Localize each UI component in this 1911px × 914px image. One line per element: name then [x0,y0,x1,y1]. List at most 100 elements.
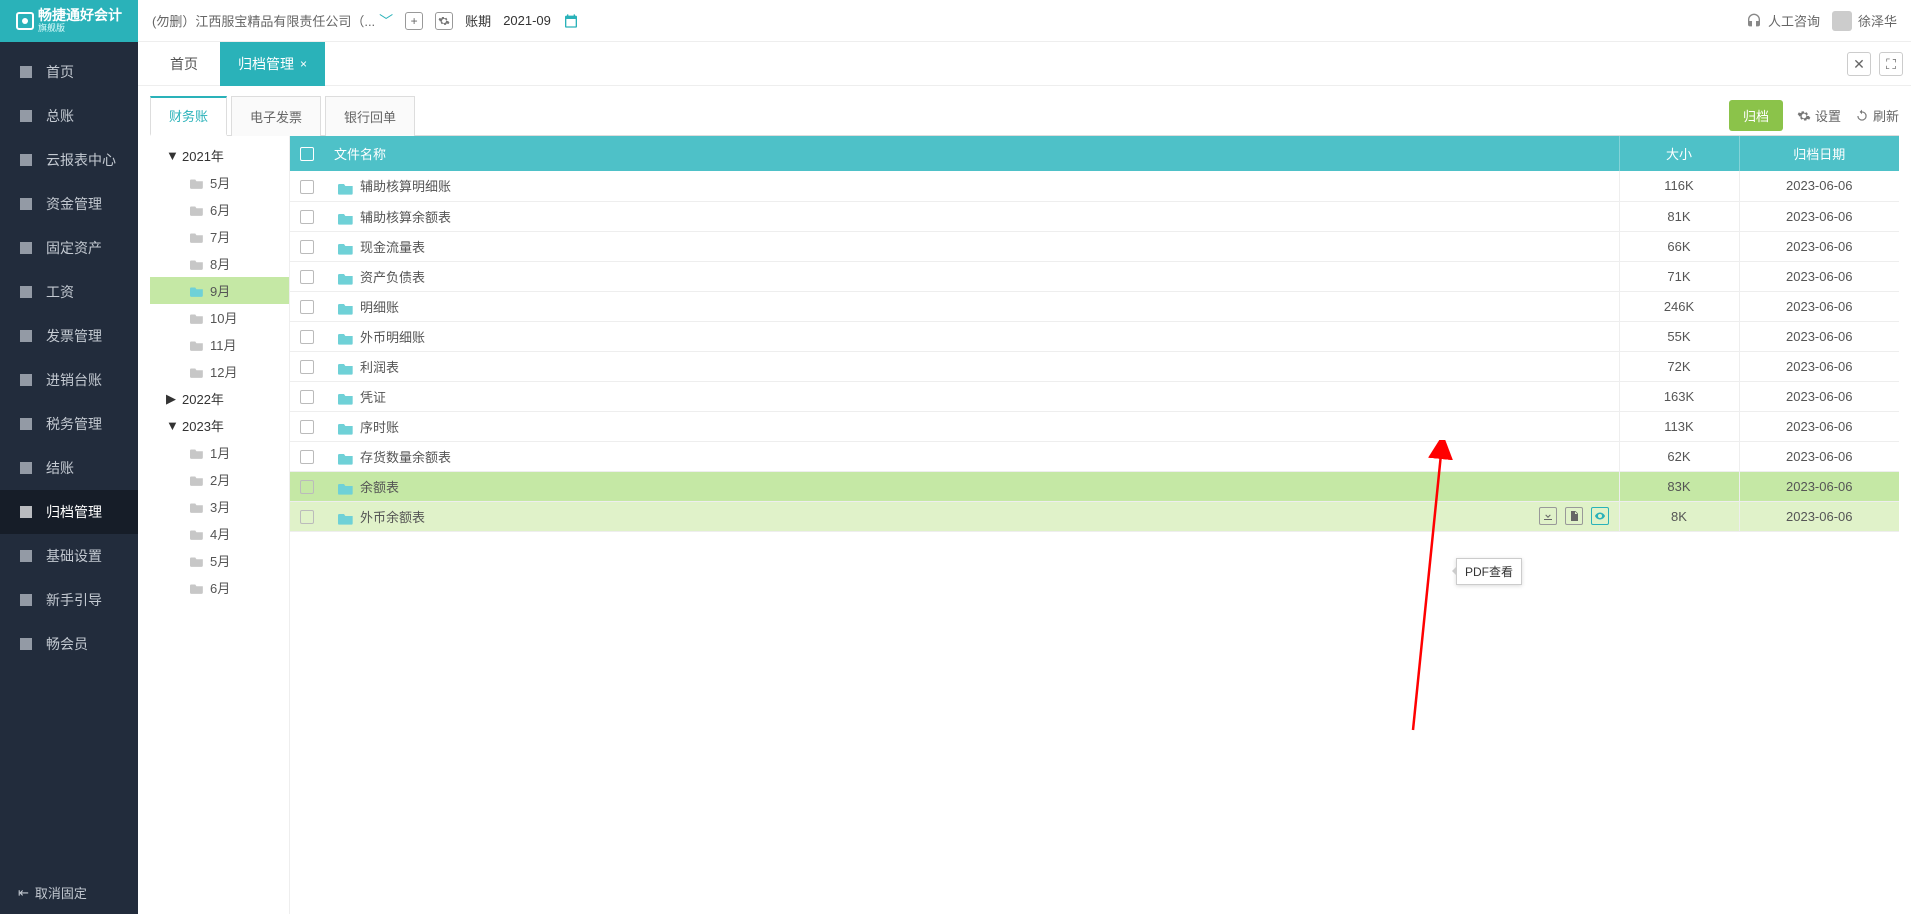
file-name: 资产负债表 [360,270,425,285]
settings-link[interactable]: 设置 [1797,106,1841,125]
invoice-icon [18,328,34,344]
download-icon[interactable] [1539,507,1557,525]
file-name: 利润表 [360,360,399,375]
table-row[interactable]: 辅助核算明细账 116K 2023-06-06 [290,171,1899,201]
inner-tab-0[interactable]: 财务账 [150,96,227,136]
close-tab-button[interactable]: ✕ [1847,52,1871,76]
table-row[interactable]: 凭证 163K 2023-06-06 [290,381,1899,411]
tab-1[interactable]: 归档管理× [220,42,325,86]
sidebar-item-3[interactable]: 资金管理 [0,182,138,226]
archive-button[interactable]: 归档 [1729,100,1783,131]
row-checkbox[interactable] [300,210,314,224]
row-checkbox[interactable] [300,330,314,344]
sidebar-item-11[interactable]: 基础设置 [0,534,138,578]
table-row[interactable]: 余额表 83K 2023-06-06 [290,471,1899,501]
tree-month-2023年-4月[interactable]: 4月 [150,520,289,547]
row-checkbox[interactable] [300,480,314,494]
table-row[interactable]: 明细账 246K 2023-06-06 [290,291,1899,321]
folder-icon [190,285,204,297]
row-checkbox[interactable] [300,420,314,434]
period-value[interactable]: 2021-09 [503,13,551,28]
row-checkbox[interactable] [300,240,314,254]
sidebar-item-7[interactable]: 进销台账 [0,358,138,402]
sidebar-item-2[interactable]: 云报表中心 [0,138,138,182]
tree-month-2023年-5月[interactable]: 5月 [150,547,289,574]
sidebar-item-8[interactable]: 税务管理 [0,402,138,446]
sidebar-item-1[interactable]: 总账 [0,94,138,138]
table-row[interactable]: 存货数量余额表 62K 2023-06-06 [290,441,1899,471]
folder-icon [338,421,354,435]
table-row[interactable]: 辅助核算余额表 81K 2023-06-06 [290,201,1899,231]
sidebar-item-10[interactable]: 归档管理 [0,490,138,534]
row-checkbox[interactable] [300,450,314,464]
table-row[interactable]: 序时账 113K 2023-06-06 [290,411,1899,441]
tree-month-2021年-11月[interactable]: 11月 [150,331,289,358]
tree-year-2022年[interactable]: ▶2022年 [150,385,289,412]
row-checkbox[interactable] [300,300,314,314]
file-name: 辅助核算余额表 [360,210,451,225]
gear-icon [438,15,450,27]
support-link[interactable]: 人工咨询 [1746,11,1820,30]
tree-month-2021年-7月[interactable]: 7月 [150,223,289,250]
pdf-icon[interactable] [1565,507,1583,525]
tree-month-2023年-3月[interactable]: 3月 [150,493,289,520]
tab-close-icon[interactable]: × [300,57,307,71]
sidebar-item-5[interactable]: 工资 [0,270,138,314]
salary-icon [18,284,34,300]
folder-icon [338,511,354,525]
brand-name: 畅捷通好会计 [38,8,122,23]
row-checkbox[interactable] [300,270,314,284]
company-selector[interactable]: (勿删）江西服宝精品有限责任公司（... ﹀ [152,11,393,31]
tree-month-2021年-6月[interactable]: 6月 [150,196,289,223]
sidebar-item-6[interactable]: 发票管理 [0,314,138,358]
tree-month-2023年-2月[interactable]: 2月 [150,466,289,493]
add-button[interactable]: + [405,12,423,30]
table-row[interactable]: 资产负债表 71K 2023-06-06 [290,261,1899,291]
folder-icon [190,177,204,189]
user-menu[interactable]: 徐泽华 [1832,11,1897,31]
table-row[interactable]: 外币明细账 55K 2023-06-06 [290,321,1899,351]
sidebar-item-13[interactable]: 畅会员 [0,622,138,666]
tree-year-2021年[interactable]: ▼2021年 [150,142,289,169]
nav: 首页总账云报表中心资金管理固定资产工资发票管理进销台账税务管理结账归档管理基础设… [0,42,138,871]
file-size: 8K [1619,501,1739,531]
tree-month-label: 7月 [210,227,230,246]
calendar-icon[interactable] [563,13,579,29]
file-name: 现金流量表 [360,240,425,255]
sidebar-item-9[interactable]: 结账 [0,446,138,490]
fullscreen-button[interactable]: ⛶ [1879,52,1903,76]
table-row[interactable]: 现金流量表 66K 2023-06-06 [290,231,1899,261]
tab-0[interactable]: 首页 [152,42,216,86]
tree-month-2021年-10月[interactable]: 10月 [150,304,289,331]
folder-icon [190,555,204,567]
folder-icon [190,231,204,243]
sidebar-item-0[interactable]: 首页 [0,50,138,94]
table-row[interactable]: 利润表 72K 2023-06-06 [290,351,1899,381]
sidebar-unpin[interactable]: ⇤ 取消固定 [0,871,138,914]
gear-button[interactable] [435,12,453,30]
tree-month-2023年-1月[interactable]: 1月 [150,439,289,466]
inner-tab-2[interactable]: 银行回单 [325,96,415,136]
row-checkbox[interactable] [300,390,314,404]
tree-month-2021年-5月[interactable]: 5月 [150,169,289,196]
table-row[interactable]: 外币余额表 8K 2023-06-06 [290,501,1899,531]
tree-month-2021年-9月[interactable]: 9月 [150,277,289,304]
tree-year-2023年[interactable]: ▼2023年 [150,412,289,439]
file-size: 163K [1619,381,1739,411]
inner-tab-1[interactable]: 电子发票 [231,96,321,136]
row-checkbox[interactable] [300,360,314,374]
select-all-checkbox[interactable] [300,147,314,161]
sidebar-item-12[interactable]: 新手引导 [0,578,138,622]
row-checkbox[interactable] [300,510,314,524]
refresh-link[interactable]: 刷新 [1855,106,1899,125]
folder-icon [338,301,354,315]
tree-month-2021年-12月[interactable]: 12月 [150,358,289,385]
tree-month-2021年-8月[interactable]: 8月 [150,250,289,277]
sidebar-item-4[interactable]: 固定资产 [0,226,138,270]
row-checkbox[interactable] [300,180,314,194]
pdf-view-icon[interactable] [1591,507,1609,525]
tree-month-2023年-6月[interactable]: 6月 [150,574,289,601]
brand-logo-area[interactable]: 畅捷通好会计 旗舰版 [0,0,138,42]
folder-icon [190,528,204,540]
file-table-wrap: 文件名称 大小 归档日期 辅助核算明细账 116K 2023-06-06 辅助核… [290,136,1899,914]
